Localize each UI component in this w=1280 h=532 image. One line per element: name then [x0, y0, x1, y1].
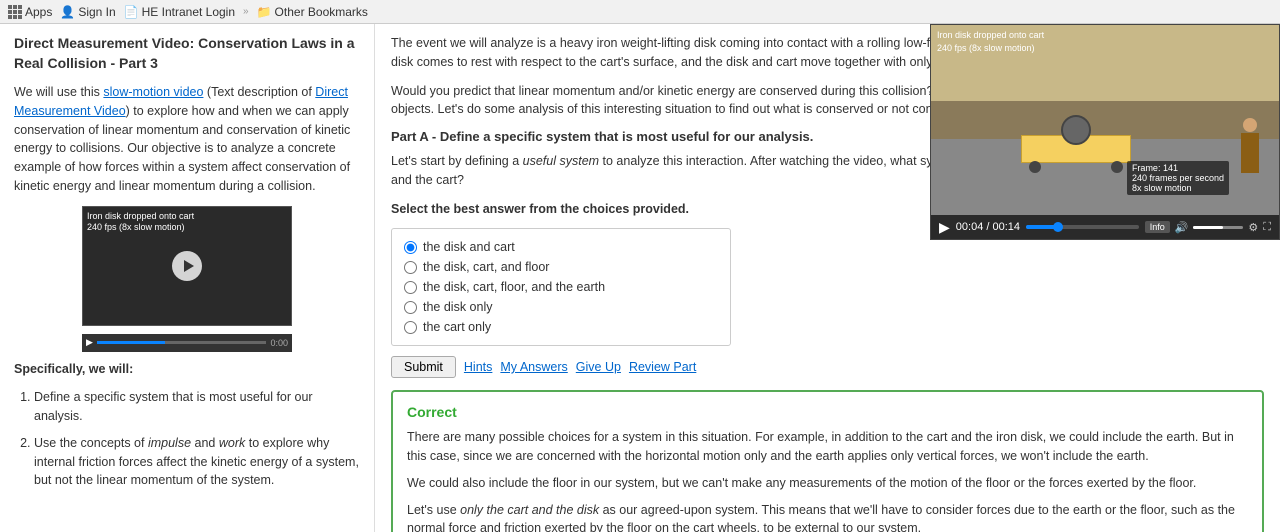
folder-icon: 📁 [257, 5, 272, 19]
popup-volume-slider[interactable] [1193, 226, 1243, 229]
choice-5[interactable]: the cart only [404, 317, 718, 337]
correct-header: Correct [407, 404, 1248, 420]
radio-4[interactable] [404, 301, 417, 314]
choice-3-label: the disk, cart, floor, and the earth [423, 280, 605, 294]
popup-time-total: 00:14 [993, 221, 1021, 233]
page-icon: 📄 [124, 5, 139, 19]
intro-paragraph: We will use this slow-motion video (Text… [14, 83, 360, 196]
browser-bar: Apps 👤 Sign In 📄 HE Intranet Login » 📁 O… [0, 0, 1280, 24]
fps-label: 240 frames per second [1132, 173, 1224, 183]
action-buttons: Submit Hints My Answers Give Up Review P… [391, 356, 1264, 378]
popup-play-button[interactable]: ▶ [939, 220, 950, 234]
apps-section[interactable]: Apps [8, 5, 52, 19]
left-time: 0:00 [270, 338, 288, 348]
popup-gear-icon[interactable]: ⚙ [1248, 221, 1258, 234]
left-panel: Direct Measurement Video: Conservation L… [0, 24, 375, 532]
left-video-title: Iron disk dropped onto cart [87, 211, 194, 223]
he-intranet-bookmark[interactable]: 📄 HE Intranet Login [124, 5, 235, 19]
correct-para-3: Let's use only the cart and the disk as … [407, 501, 1248, 532]
sign-in-label: Sign In [78, 5, 115, 19]
popup-info-button[interactable]: Info [1145, 221, 1170, 233]
page-title: Direct Measurement Video: Conservation L… [14, 34, 360, 73]
choice-5-label: the cart only [423, 320, 491, 334]
radio-1[interactable] [404, 241, 417, 254]
left-progress-filled [97, 341, 165, 344]
correct-para-1: There are many possible choices for a sy… [407, 428, 1248, 466]
left-video-overlay: Iron disk dropped onto cart 240 fps (8x … [87, 211, 194, 234]
correct-para-2: We could also include the floor in our s… [407, 474, 1248, 493]
popup-volume-filled [1193, 226, 1223, 229]
choice-4-label: the disk only [423, 300, 492, 314]
popup-fullscreen-icon[interactable]: ⛶ [1263, 221, 1271, 234]
popup-progress-thumb [1053, 222, 1063, 232]
he-intranet-label: HE Intranet Login [142, 5, 235, 19]
choice-1-label: the disk and cart [423, 240, 515, 254]
left-progress-bar[interactable] [97, 341, 267, 344]
popup-progress-bar[interactable] [1026, 225, 1139, 229]
specifically-label: Specifically, we will: [14, 360, 360, 379]
radio-3[interactable] [404, 281, 417, 294]
choice-2-label: the disk, cart, and floor [423, 260, 549, 274]
main-content: Iron disk dropped onto cart 240 fps (8x … [375, 24, 1280, 532]
sign-in-bookmark[interactable]: 👤 Sign In [60, 5, 115, 19]
popup-right-controls: Info 🔊 ⚙ ⛶ [1145, 221, 1271, 234]
review-part-button[interactable]: Review Part [629, 360, 696, 374]
slow-label: 8x slow motion [1132, 183, 1224, 193]
give-up-button[interactable]: Give Up [576, 360, 621, 374]
video-popup-controls: ▶ 00:04 / 00:14 Info 🔊 ⚙ [931, 215, 1279, 239]
choices-box: the disk and cart the disk, cart, and fl… [391, 228, 731, 346]
submit-button[interactable]: Submit [391, 356, 456, 378]
left-play-button[interactable] [172, 251, 202, 281]
other-bookmarks[interactable]: 📁 Other Bookmarks [257, 5, 368, 19]
correct-box: Correct There are many possible choices … [391, 390, 1264, 532]
video-popup-content: Iron disk dropped onto cart 240 fps (8x … [931, 25, 1279, 215]
video-popup-overlay: Iron disk dropped onto cart 240 fps (8x … [937, 29, 1044, 54]
left-play-icon[interactable]: ▶ [86, 337, 93, 348]
objective-2: Use the concepts of impulse and work to … [34, 434, 360, 490]
apps-grid-icon [8, 5, 22, 19]
popup-time-current: 00:04 [956, 221, 984, 233]
chevron-right-icon: » [243, 6, 249, 17]
hints-button[interactable]: Hints [464, 360, 492, 374]
frame-indicator: Frame: 141 240 frames per second 8x slow… [1127, 161, 1229, 195]
radio-5[interactable] [404, 321, 417, 334]
choice-3[interactable]: the disk, cart, floor, and the earth [404, 277, 718, 297]
choice-1[interactable]: the disk and cart [404, 237, 718, 257]
part-a-title: Define a specific system that is most us… [440, 129, 814, 144]
part-a-label: Part A - [391, 129, 440, 144]
video-popup: Iron disk dropped onto cart 240 fps (8x … [930, 24, 1280, 240]
video-scene: Iron disk dropped onto cart 240 fps (8x … [931, 25, 1279, 215]
choice-4[interactable]: the disk only [404, 297, 718, 317]
left-video-thumbnail[interactable]: Iron disk dropped onto cart 240 fps (8x … [82, 206, 292, 326]
sign-in-icon: 👤 [60, 5, 75, 19]
frame-label: Frame: 141 [1132, 163, 1224, 173]
slow-motion-link[interactable]: slow-motion video [103, 85, 203, 99]
objectives-list: Define a specific system that is most us… [34, 388, 360, 490]
popup-video-title: Iron disk dropped onto cart [937, 29, 1044, 42]
left-video-fps: 240 fps (8x slow motion) [87, 222, 194, 234]
popup-mute-icon[interactable]: 🔊 [1175, 221, 1189, 234]
apps-label: Apps [25, 5, 52, 19]
left-video-controls: ▶ 0:00 [82, 334, 292, 352]
choice-2[interactable]: the disk, cart, and floor [404, 257, 718, 277]
objective-1: Define a specific system that is most us… [34, 388, 360, 426]
other-bookmarks-label: Other Bookmarks [275, 5, 368, 19]
my-answers-button[interactable]: My Answers [500, 360, 567, 374]
popup-time: 00:04 / 00:14 [956, 221, 1020, 233]
popup-video-subtitle: 240 fps (8x slow motion) [937, 42, 1044, 55]
radio-2[interactable] [404, 261, 417, 274]
